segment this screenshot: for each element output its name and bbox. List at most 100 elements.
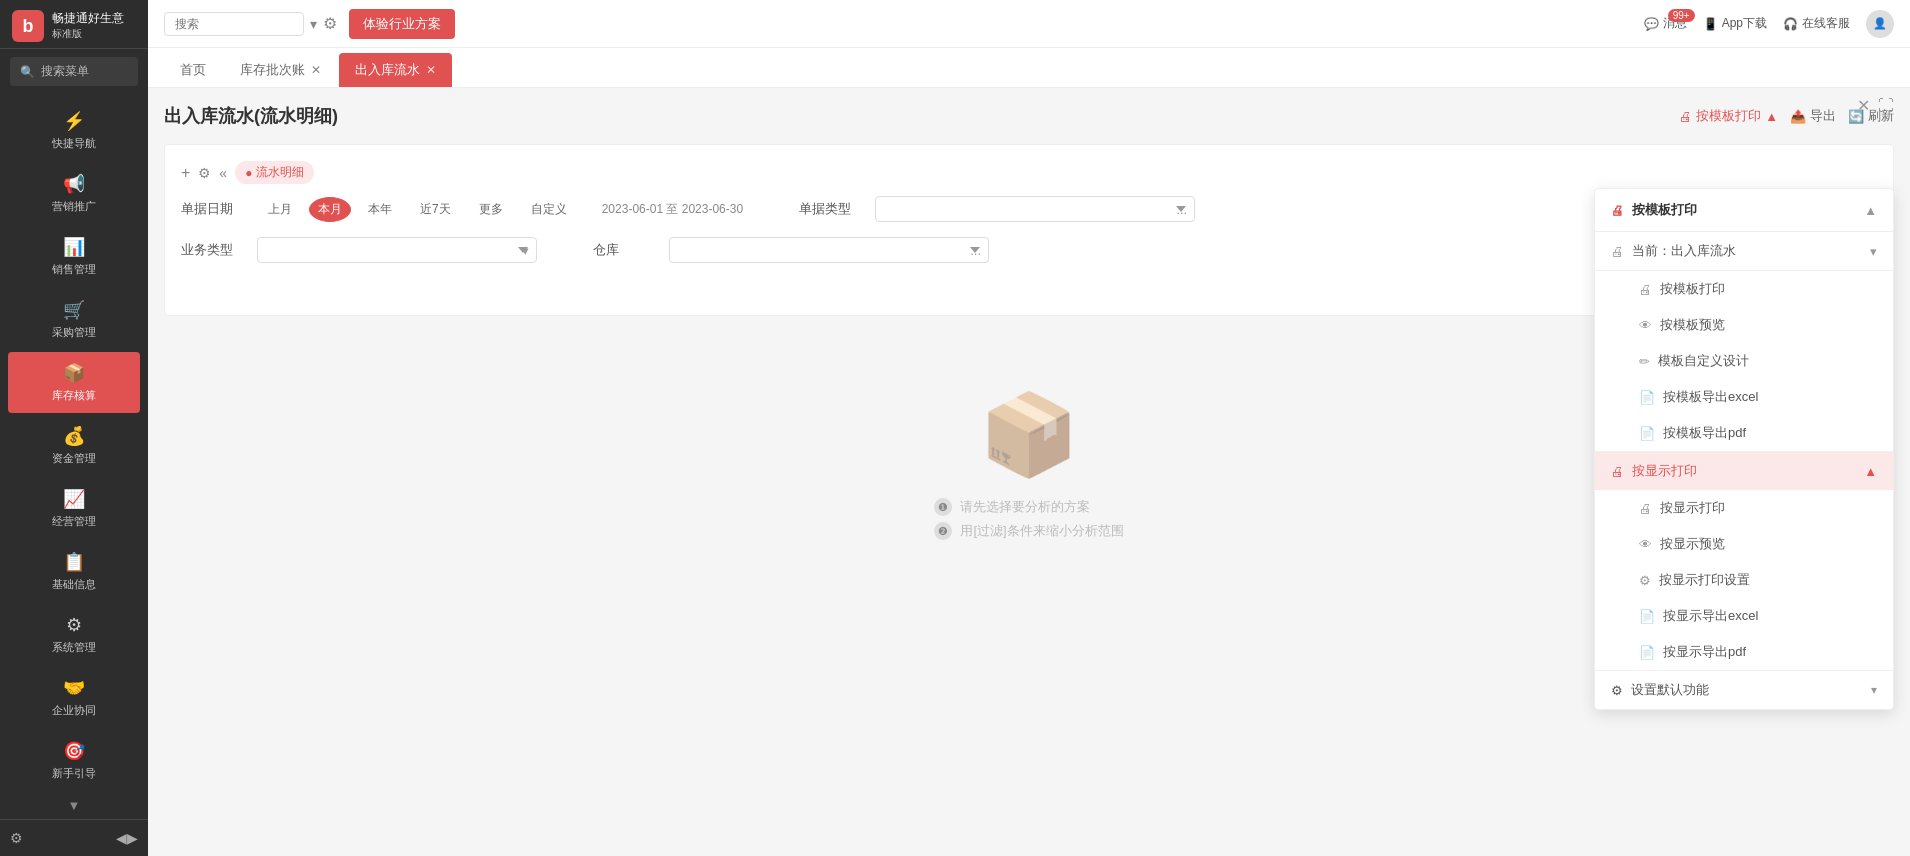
tab-inventory-batch-close[interactable]: ✕ (311, 63, 321, 77)
export-button[interactable]: 📤 导出 (1790, 107, 1836, 125)
topbar-search-area: ▾ ⚙ (164, 12, 337, 36)
sidebar-item-guide[interactable]: 🎯 新手引导 (8, 730, 140, 791)
dropdown-current-section: 🖨 当前：出入库流水 ▾ (1595, 232, 1893, 271)
user-avatar[interactable]: 👤 (1866, 10, 1894, 38)
filter-warehouse-select[interactable] (669, 237, 989, 263)
app-download-item[interactable]: 📱 App下载 (1703, 15, 1767, 32)
footer-label: 设置默认功能 (1631, 681, 1709, 699)
filter-tag-more[interactable]: 更多 (468, 197, 514, 222)
print-template-label: 按模板打印 (1696, 107, 1761, 125)
sidebar-collapse-button[interactable]: ◀▶ (116, 830, 138, 846)
search-dropdown-icon[interactable]: ▾ (310, 16, 317, 32)
current-chevron: ▾ (1870, 244, 1877, 259)
filter-tag-this-month[interactable]: 本月 (309, 197, 351, 222)
window-controls: ✕ ⛶ (1857, 96, 1894, 115)
display-chevron-up: ▲ (1864, 464, 1877, 479)
sidebar-item-enterprise[interactable]: 🤝 企业协同 (8, 667, 140, 728)
display-excel-label: 按显示导出excel (1663, 607, 1758, 625)
app-name: 畅捷通好生意 (52, 11, 124, 27)
dropdown-display-excel[interactable]: 📄 按显示导出excel (1595, 598, 1893, 634)
sidebar-item-label: 新手引导 (52, 766, 96, 781)
display-preview-icon: 👁 (1639, 537, 1652, 552)
tab-inventory-flow[interactable]: 出入库流水 ✕ (339, 53, 452, 87)
sidebar-item-label: 营销推广 (52, 199, 96, 214)
dropdown-current-item[interactable]: 🖨 当前：出入库流水 ▾ (1595, 232, 1893, 270)
export-label: 导出 (1810, 107, 1836, 125)
filter-tag-this-year[interactable]: 本年 (357, 197, 403, 222)
empty-step-2: ❷ 用[过滤]条件来缩小分析范围 (934, 522, 1123, 540)
sidebar-scroll-down[interactable]: ▼ (0, 792, 148, 819)
trial-button[interactable]: 体验行业方案 (349, 9, 455, 39)
dropdown-template-pdf[interactable]: 📄 按模板导出pdf (1595, 415, 1893, 451)
window-expand-button[interactable]: ⛶ (1878, 96, 1894, 115)
tab-home[interactable]: 首页 (164, 53, 222, 87)
inventory-icon: 📦 (63, 362, 85, 384)
dropdown-display-print[interactable]: 🖨 按显示打印 (1595, 490, 1893, 526)
filter-collapse-button[interactable]: « (219, 165, 227, 181)
filter-tag-7days[interactable]: 近7天 (409, 197, 462, 222)
topbar-settings-icon[interactable]: ⚙ (323, 14, 337, 33)
display-excel-icon: 📄 (1639, 609, 1655, 624)
dropdown-template-preview[interactable]: 👁 按模板预览 (1595, 307, 1893, 343)
shortcut-icon: ⚡ (63, 110, 85, 132)
template-custom-label: 模板自定义设计 (1658, 352, 1749, 370)
sidebar-item-inventory[interactable]: 📦 库存核算 (8, 352, 140, 413)
filter-biz-select-wrapper: ▾ (257, 237, 537, 263)
dropdown-display-settings[interactable]: ⚙ 按显示打印设置 (1595, 562, 1893, 598)
print-header-icon: 🖨 (1611, 203, 1624, 218)
quick-filter-tag-flow[interactable]: ● 流水明细 (235, 161, 314, 184)
display-preview-label: 按显示预览 (1660, 535, 1725, 553)
dropdown-template-section: 🖨 按模板打印 👁 按模板预览 ✏ 模板自定义设计 📄 按模板导出excel (1595, 271, 1893, 452)
sidebar-nav: ⚡ 快捷导航 📢 营销推广 📊 销售管理 🛒 采购管理 📦 库存核算 (0, 94, 148, 792)
sidebar-item-system[interactable]: ⚙ 系统管理 (8, 604, 140, 665)
footer-chevron: ▾ (1871, 683, 1877, 697)
guide-icon: 🎯 (63, 740, 85, 762)
print-template-button[interactable]: 🖨 按模板打印 ▲ (1679, 107, 1778, 125)
display-pdf-icon: 📄 (1639, 645, 1655, 660)
system-icon: ⚙ (66, 614, 82, 636)
dropdown-display-preview[interactable]: 👁 按显示预览 (1595, 526, 1893, 562)
logo-icon: b (12, 10, 44, 42)
filter-settings-button[interactable]: ⚙ (198, 165, 211, 181)
filter-biz-select[interactable] (257, 237, 537, 263)
tab-inventory-flow-close[interactable]: ✕ (426, 63, 436, 77)
tab-inventory-batch-label: 库存批次账 (240, 61, 305, 79)
dropdown-current-label: 当前：出入库流水 (1632, 242, 1736, 260)
filter-date-tags: 上月 本月 本年 近7天 更多 自定义 (257, 197, 578, 222)
dropdown-footer[interactable]: ⚙ 设置默认功能 ▾ (1595, 671, 1893, 709)
search-menu-button[interactable]: 🔍 搜索菜单 (10, 57, 138, 86)
dropdown-chevron-up[interactable]: ▲ (1864, 203, 1877, 218)
sidebar-settings-button[interactable]: ⚙ (10, 830, 23, 846)
dropdown-template-print[interactable]: 🖨 按模板打印 (1595, 271, 1893, 307)
display-pdf-label: 按显示导出pdf (1663, 643, 1746, 661)
sidebar: b 畅捷通好生意 标准版 🔍 搜索菜单 ⚡ 快捷导航 📢 营销推广 (0, 0, 148, 856)
sidebar-item-sales[interactable]: 📊 销售管理 (8, 226, 140, 287)
window-close-button[interactable]: ✕ (1857, 96, 1870, 115)
dropdown-template-custom[interactable]: ✏ 模板自定义设计 (1595, 343, 1893, 379)
dropdown-template-excel[interactable]: 📄 按模板导出excel (1595, 379, 1893, 415)
dropdown-display-header[interactable]: 🖨 按显示打印 ▲ (1595, 452, 1893, 490)
filter-type-select[interactable] (875, 196, 1195, 222)
message-icon: 💬 (1644, 17, 1659, 31)
step-2-num: ❷ (934, 522, 952, 540)
basics-icon: 📋 (63, 551, 85, 573)
online-service-item[interactable]: 🎧 在线客服 (1783, 15, 1850, 32)
sidebar-item-marketing[interactable]: 📢 营销推广 (8, 163, 140, 224)
sidebar-bottom: ⚙ ◀▶ (0, 819, 148, 856)
filter-add-button[interactable]: + (181, 164, 190, 182)
filter-tag-last-month[interactable]: 上月 (257, 197, 303, 222)
footer-settings-icon: ⚙ (1611, 683, 1623, 698)
tab-inventory-batch[interactable]: 库存批次账 ✕ (224, 53, 337, 87)
sidebar-item-operations[interactable]: 📈 经营管理 (8, 478, 140, 539)
sidebar-item-purchase[interactable]: 🛒 采购管理 (8, 289, 140, 350)
topbar-search-input[interactable] (164, 12, 304, 36)
message-item[interactable]: 💬 消息 99+ (1644, 15, 1687, 32)
topbar-right: 💬 消息 99+ 📱 App下载 🎧 在线客服 👤 (1644, 10, 1894, 38)
dropdown-display-pdf[interactable]: 📄 按显示导出pdf (1595, 634, 1893, 670)
display-settings-icon: ⚙ (1639, 573, 1651, 588)
filter-tag-custom[interactable]: 自定义 (520, 197, 578, 222)
sidebar-item-finance[interactable]: 💰 资金管理 (8, 415, 140, 476)
sidebar-item-basics[interactable]: 📋 基础信息 (8, 541, 140, 602)
sidebar-item-shortcut[interactable]: ⚡ 快捷导航 (8, 100, 140, 161)
enterprise-icon: 🤝 (63, 677, 85, 699)
